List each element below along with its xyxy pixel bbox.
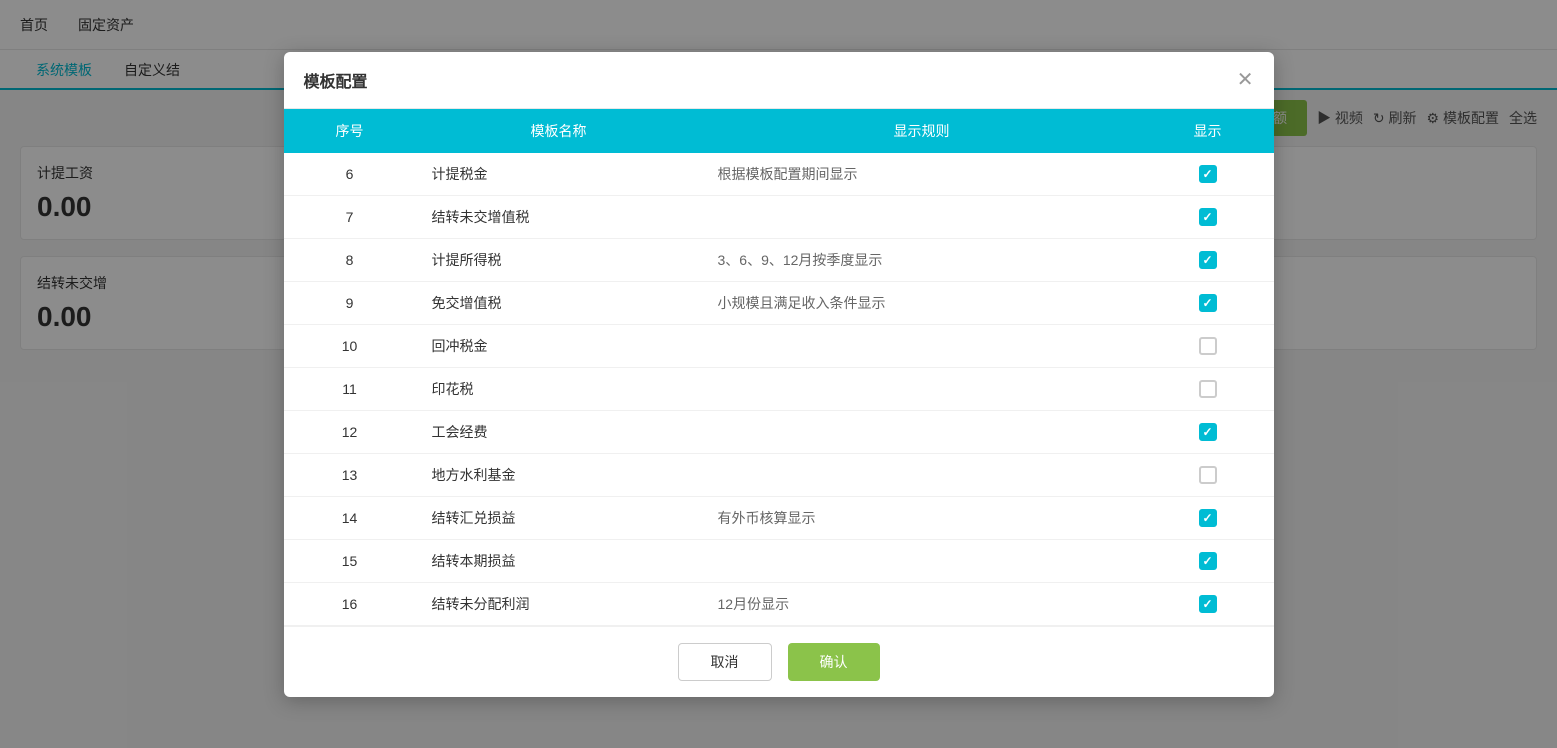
col-display: 显示 [1142,109,1274,153]
row-display-rule [702,539,1142,582]
checkbox[interactable] [1199,423,1217,441]
row-index: 13 [284,453,416,496]
checkbox[interactable] [1199,466,1217,484]
row-template-name: 计提所得税 [416,238,702,281]
checkbox-cell [1158,595,1258,613]
col-rule: 显示规则 [702,109,1142,153]
checkbox-cell [1158,165,1258,183]
checkbox[interactable] [1199,208,1217,226]
row-display-rule: 小规模且满足收入条件显示 [702,281,1142,324]
row-display-rule: 有外币核算显示 [702,496,1142,539]
table-row: 11印花税 [284,367,1274,410]
row-template-name: 计提税金 [416,153,702,196]
table-row: 16结转未分配利润12月份显示 [284,582,1274,625]
row-index: 8 [284,238,416,281]
row-template-name: 工会经费 [416,410,702,453]
checkbox-cell [1158,466,1258,484]
table-row: 14结转汇兑损益有外币核算显示 [284,496,1274,539]
row-template-name: 结转本期损益 [416,539,702,582]
checkbox[interactable] [1199,337,1217,355]
row-template-name: 结转未分配利润 [416,582,702,625]
row-template-name: 免交增值税 [416,281,702,324]
col-index: 序号 [284,109,416,153]
dialog-footer: 取消 确认 [284,626,1274,697]
row-display-toggle [1142,582,1274,625]
row-display-rule [702,195,1142,238]
row-display-rule: 12月份显示 [702,582,1142,625]
row-index: 7 [284,195,416,238]
row-display-rule: 根据模板配置期间显示 [702,153,1142,196]
checkbox[interactable] [1199,509,1217,527]
checkbox[interactable] [1199,251,1217,269]
table-header-row: 序号 模板名称 显示规则 显示 [284,109,1274,153]
table-row: 8计提所得税3、6、9、12月按季度显示 [284,238,1274,281]
cancel-button[interactable]: 取消 [678,643,772,681]
dialog-title: 模板配置 [304,68,368,92]
row-display-rule [702,324,1142,367]
confirm-button[interactable]: 确认 [788,643,880,681]
checkbox[interactable] [1199,380,1217,398]
table-row: 15结转本期损益 [284,539,1274,582]
row-display-toggle [1142,238,1274,281]
row-template-name: 回冲税金 [416,324,702,367]
dialog-body: 序号 模板名称 显示规则 显示 6计提税金根据模板配置期间显示7结转未交增值税8… [284,109,1274,626]
checkbox-cell [1158,509,1258,527]
checkbox-cell [1158,337,1258,355]
checkbox-cell [1158,251,1258,269]
row-index: 16 [284,582,416,625]
row-display-toggle [1142,410,1274,453]
checkbox[interactable] [1199,294,1217,312]
row-template-name: 结转未交增值税 [416,195,702,238]
row-display-toggle [1142,324,1274,367]
row-index: 6 [284,153,416,196]
checkbox[interactable] [1199,595,1217,613]
row-index: 9 [284,281,416,324]
checkbox-cell [1158,380,1258,398]
row-display-toggle [1142,496,1274,539]
row-display-rule [702,410,1142,453]
checkbox-cell [1158,208,1258,226]
checkbox-cell [1158,294,1258,312]
row-display-rule [702,367,1142,410]
row-template-name: 地方水利基金 [416,453,702,496]
table-row: 9免交增值税小规模且满足收入条件显示 [284,281,1274,324]
row-display-rule [702,453,1142,496]
row-display-toggle [1142,367,1274,410]
checkbox[interactable] [1199,165,1217,183]
row-display-toggle [1142,281,1274,324]
table-row: 10回冲税金 [284,324,1274,367]
row-index: 10 [284,324,416,367]
row-display-rule: 3、6、9、12月按季度显示 [702,238,1142,281]
template-config-dialog: 模板配置 ✕ 序号 模板名称 显示规则 显示 6计提税金根据模板配置期间显示7结… [284,52,1274,697]
table-row: 13地方水利基金 [284,453,1274,496]
dialog-header: 模板配置 ✕ [284,52,1274,109]
row-index: 11 [284,367,416,410]
col-name: 模板名称 [416,109,702,153]
row-display-toggle [1142,539,1274,582]
dialog-close-button[interactable]: ✕ [1237,70,1254,90]
modal-overlay: 模板配置 ✕ 序号 模板名称 显示规则 显示 6计提税金根据模板配置期间显示7结… [0,0,1557,748]
checkbox-cell [1158,552,1258,570]
table-row: 12工会经费 [284,410,1274,453]
row-template-name: 结转汇兑损益 [416,496,702,539]
row-index: 12 [284,410,416,453]
row-display-toggle [1142,453,1274,496]
row-index: 14 [284,496,416,539]
row-display-toggle [1142,153,1274,196]
checkbox[interactable] [1199,552,1217,570]
table-row: 6计提税金根据模板配置期间显示 [284,153,1274,196]
row-template-name: 印花税 [416,367,702,410]
row-index: 15 [284,539,416,582]
checkbox-cell [1158,423,1258,441]
config-table: 序号 模板名称 显示规则 显示 6计提税金根据模板配置期间显示7结转未交增值税8… [284,109,1274,626]
table-row: 7结转未交增值税 [284,195,1274,238]
row-display-toggle [1142,195,1274,238]
